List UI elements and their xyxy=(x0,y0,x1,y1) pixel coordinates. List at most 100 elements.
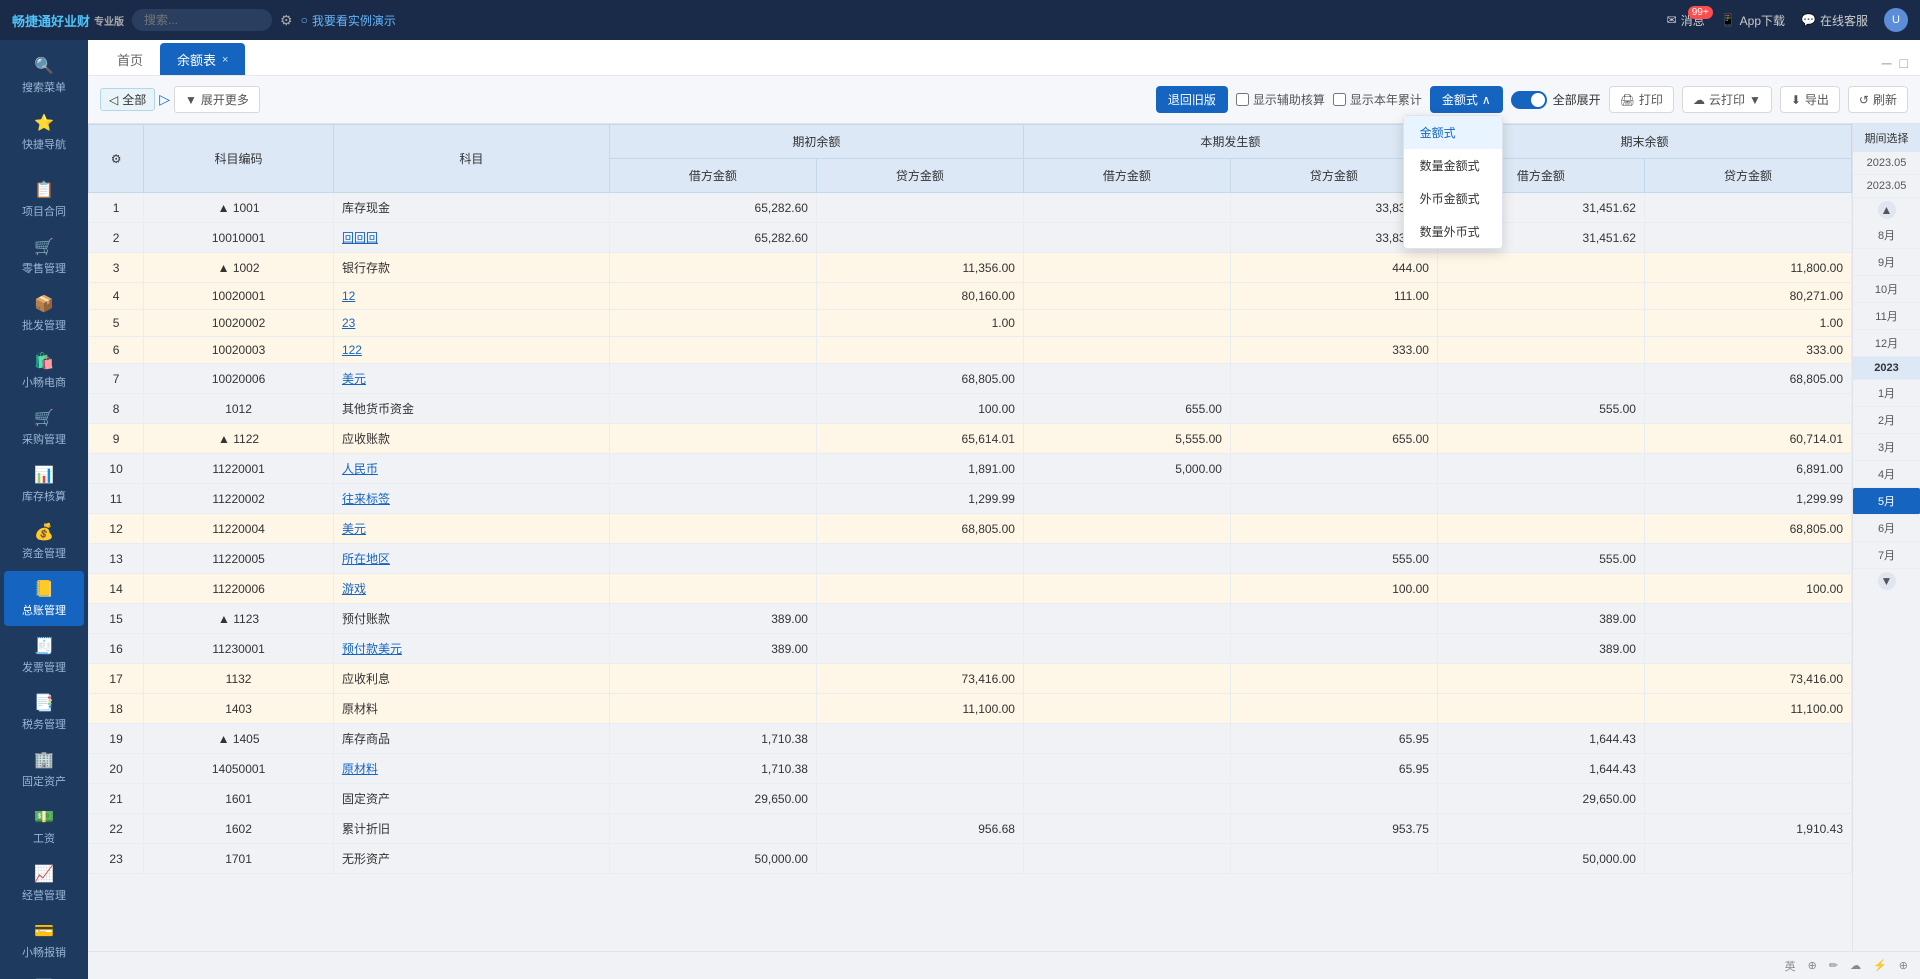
online-service-button[interactable]: 💬 在线客服 xyxy=(1801,12,1868,29)
sidebar: 🔍 搜索菜单 ⭐ 快捷导航 📋 项目合同 🛒 零售管理 📦 批发管理 🛍️ 小畅… xyxy=(0,40,88,979)
row-cl-debit xyxy=(1437,424,1644,454)
settings-icon[interactable]: ⚙ xyxy=(280,12,293,29)
sidebar-item-assets[interactable]: 🏢 固定资产 xyxy=(4,742,84,797)
tab-home[interactable]: 首页 xyxy=(100,43,160,75)
app-download-button[interactable]: 📱 App下载 xyxy=(1721,12,1785,29)
status-edit[interactable]: ✏ xyxy=(1829,959,1838,972)
period-year-2023[interactable]: 2023 xyxy=(1853,357,1920,380)
table-wrapper[interactable]: ⚙ 科目编码 科目 期初余额 本期发生额 期末余额 借方金额 贷方金额 借方金额… xyxy=(88,124,1852,951)
period-apr[interactable]: 4月 xyxy=(1853,461,1920,488)
sidebar-item-ledger[interactable]: 📒 总账管理 xyxy=(4,571,84,626)
sidebar-item-tax[interactable]: 📑 税务管理 xyxy=(4,685,84,740)
search-input[interactable] xyxy=(132,9,272,31)
period-jul[interactable]: 7月 xyxy=(1853,542,1920,569)
print-button[interactable]: 🖨 打印 xyxy=(1609,86,1674,113)
period-nav-down[interactable]: ▼ xyxy=(1853,569,1920,593)
row-name[interactable]: 所在地区 xyxy=(333,544,609,574)
row-name: 累计折旧 xyxy=(333,814,609,844)
show-year-checkbox[interactable] xyxy=(1333,93,1346,106)
period-dec[interactable]: 12月 xyxy=(1853,330,1920,357)
row-cl-credit: 1,910.43 xyxy=(1644,814,1851,844)
period-oct[interactable]: 10月 xyxy=(1853,276,1920,303)
export-button[interactable]: ⬇ 导出 xyxy=(1780,86,1840,113)
refresh-button[interactable]: ↺ 刷新 xyxy=(1848,86,1908,113)
top-bar-left: 畅捷通好业财 专业版 ⚙ ○ 我要看实例演示 xyxy=(12,9,396,31)
status-lang[interactable]: 英 xyxy=(1785,958,1796,974)
period-up-button[interactable]: ▲ xyxy=(1878,201,1896,219)
row-no: 20 xyxy=(89,754,144,784)
tab-close-button[interactable]: × xyxy=(222,54,228,66)
period-nav-up[interactable]: ▲ xyxy=(1853,198,1920,222)
period-jan[interactable]: 1月 xyxy=(1853,380,1920,407)
period-aug[interactable]: 8月 xyxy=(1853,222,1920,249)
show-year-check[interactable]: 显示本年累计 xyxy=(1333,91,1422,108)
table-row: 10 11220001 人民币 1,891.00 5,000.00 6,891.… xyxy=(89,454,1852,484)
row-op-debit xyxy=(609,514,816,544)
row-cur-debit xyxy=(1023,223,1230,253)
sidebar-item-ecommerce[interactable]: 🛍️ 小畅电商 xyxy=(4,343,84,398)
th-settings[interactable]: ⚙ xyxy=(89,125,144,193)
row-name[interactable]: 12 xyxy=(333,283,609,310)
row-name[interactable]: 预付款美元 xyxy=(333,634,609,664)
sidebar-item-basic[interactable]: ℹ️ 基础信息 xyxy=(4,970,84,979)
dropdown-item-qty-amount[interactable]: 数量金额式 xyxy=(1404,149,1502,182)
sidebar-item-capital[interactable]: 💰 资金管理 xyxy=(4,514,84,569)
dropdown-item-foreign-amount[interactable]: 外币金额式 xyxy=(1404,182,1502,215)
sidebar-item-project[interactable]: 📋 项目合同 xyxy=(4,172,84,227)
tax-icon: 📑 xyxy=(34,693,54,713)
period-feb[interactable]: 2月 xyxy=(1853,407,1920,434)
avatar[interactable]: U xyxy=(1884,8,1908,32)
period-may[interactable]: 5月 xyxy=(1853,488,1920,515)
return-old-button[interactable]: 退回旧版 xyxy=(1156,86,1228,113)
view-mode-caret: ∧ xyxy=(1482,93,1491,107)
sidebar-item-expense[interactable]: 💳 小畅报销 xyxy=(4,913,84,968)
row-name[interactable]: 人民币 xyxy=(333,454,609,484)
breadcrumb-forward[interactable]: ▷ xyxy=(159,91,170,108)
dropdown-item-qty-foreign[interactable]: 数量外币式 xyxy=(1404,215,1502,248)
period-end[interactable]: 2023.05 xyxy=(1853,175,1920,198)
status-cloud[interactable]: ☁ xyxy=(1850,959,1861,972)
row-name: 银行存款 xyxy=(333,253,609,283)
sidebar-item-search[interactable]: 🔍 搜索菜单 xyxy=(4,48,84,103)
message-button[interactable]: ✉ 消息 99+ xyxy=(1667,12,1705,29)
period-down-button[interactable]: ▼ xyxy=(1878,572,1896,590)
status-add[interactable]: ⊕ xyxy=(1808,959,1817,972)
period-mar[interactable]: 3月 xyxy=(1853,434,1920,461)
row-name[interactable]: 游戏 xyxy=(333,574,609,604)
expand-all-toggle[interactable]: 全部展开 xyxy=(1511,91,1601,109)
row-cl-credit: 80,271.00 xyxy=(1644,283,1851,310)
window-maximize-button[interactable]: □ xyxy=(1900,55,1908,71)
sidebar-item-salary[interactable]: 💵 工资 xyxy=(4,799,84,854)
row-name[interactable]: 原材料 xyxy=(333,754,609,784)
sidebar-item-purchase[interactable]: 🛒 采购管理 xyxy=(4,400,84,455)
row-name[interactable]: 美元 xyxy=(333,364,609,394)
view-mode-button[interactable]: 金额式 ∧ xyxy=(1430,86,1503,113)
sidebar-item-invoice[interactable]: 🧾 发票管理 xyxy=(4,628,84,683)
status-plus[interactable]: ⊕ xyxy=(1899,959,1908,972)
period-nov[interactable]: 11月 xyxy=(1853,303,1920,330)
sidebar-item-wholesale[interactable]: 📦 批发管理 xyxy=(4,286,84,341)
window-minimize-button[interactable]: ─ xyxy=(1882,55,1892,71)
sidebar-item-inventory[interactable]: 📊 库存核算 xyxy=(4,457,84,512)
row-name[interactable]: 回回回 xyxy=(333,223,609,253)
toggle-track[interactable] xyxy=(1511,91,1547,109)
show-assist-check[interactable]: 显示辅助核算 xyxy=(1236,91,1325,108)
expand-more-button[interactable]: ▼ 展开更多 xyxy=(174,86,260,113)
sidebar-item-quick-nav[interactable]: ⭐ 快捷导航 xyxy=(4,105,84,160)
sidebar-item-operations[interactable]: 📈 经营管理 xyxy=(4,856,84,911)
period-start[interactable]: 2023.05 xyxy=(1853,152,1920,175)
period-jun[interactable]: 6月 xyxy=(1853,515,1920,542)
status-lightning[interactable]: ⚡ xyxy=(1873,959,1887,972)
row-cl-debit xyxy=(1437,337,1644,364)
show-assist-checkbox[interactable] xyxy=(1236,93,1249,106)
period-sep[interactable]: 9月 xyxy=(1853,249,1920,276)
demo-link[interactable]: ○ 我要看实例演示 xyxy=(301,12,396,29)
row-name[interactable]: 美元 xyxy=(333,514,609,544)
row-name[interactable]: 往来标签 xyxy=(333,484,609,514)
dropdown-item-amount[interactable]: 金额式 xyxy=(1404,116,1502,149)
row-name[interactable]: 23 xyxy=(333,310,609,337)
sidebar-item-retail[interactable]: 🛒 零售管理 xyxy=(4,229,84,284)
tab-balance[interactable]: 余额表 × xyxy=(160,43,245,75)
cloud-print-button[interactable]: ☁ 云打印 ▼ xyxy=(1682,86,1772,113)
row-name[interactable]: 122 xyxy=(333,337,609,364)
